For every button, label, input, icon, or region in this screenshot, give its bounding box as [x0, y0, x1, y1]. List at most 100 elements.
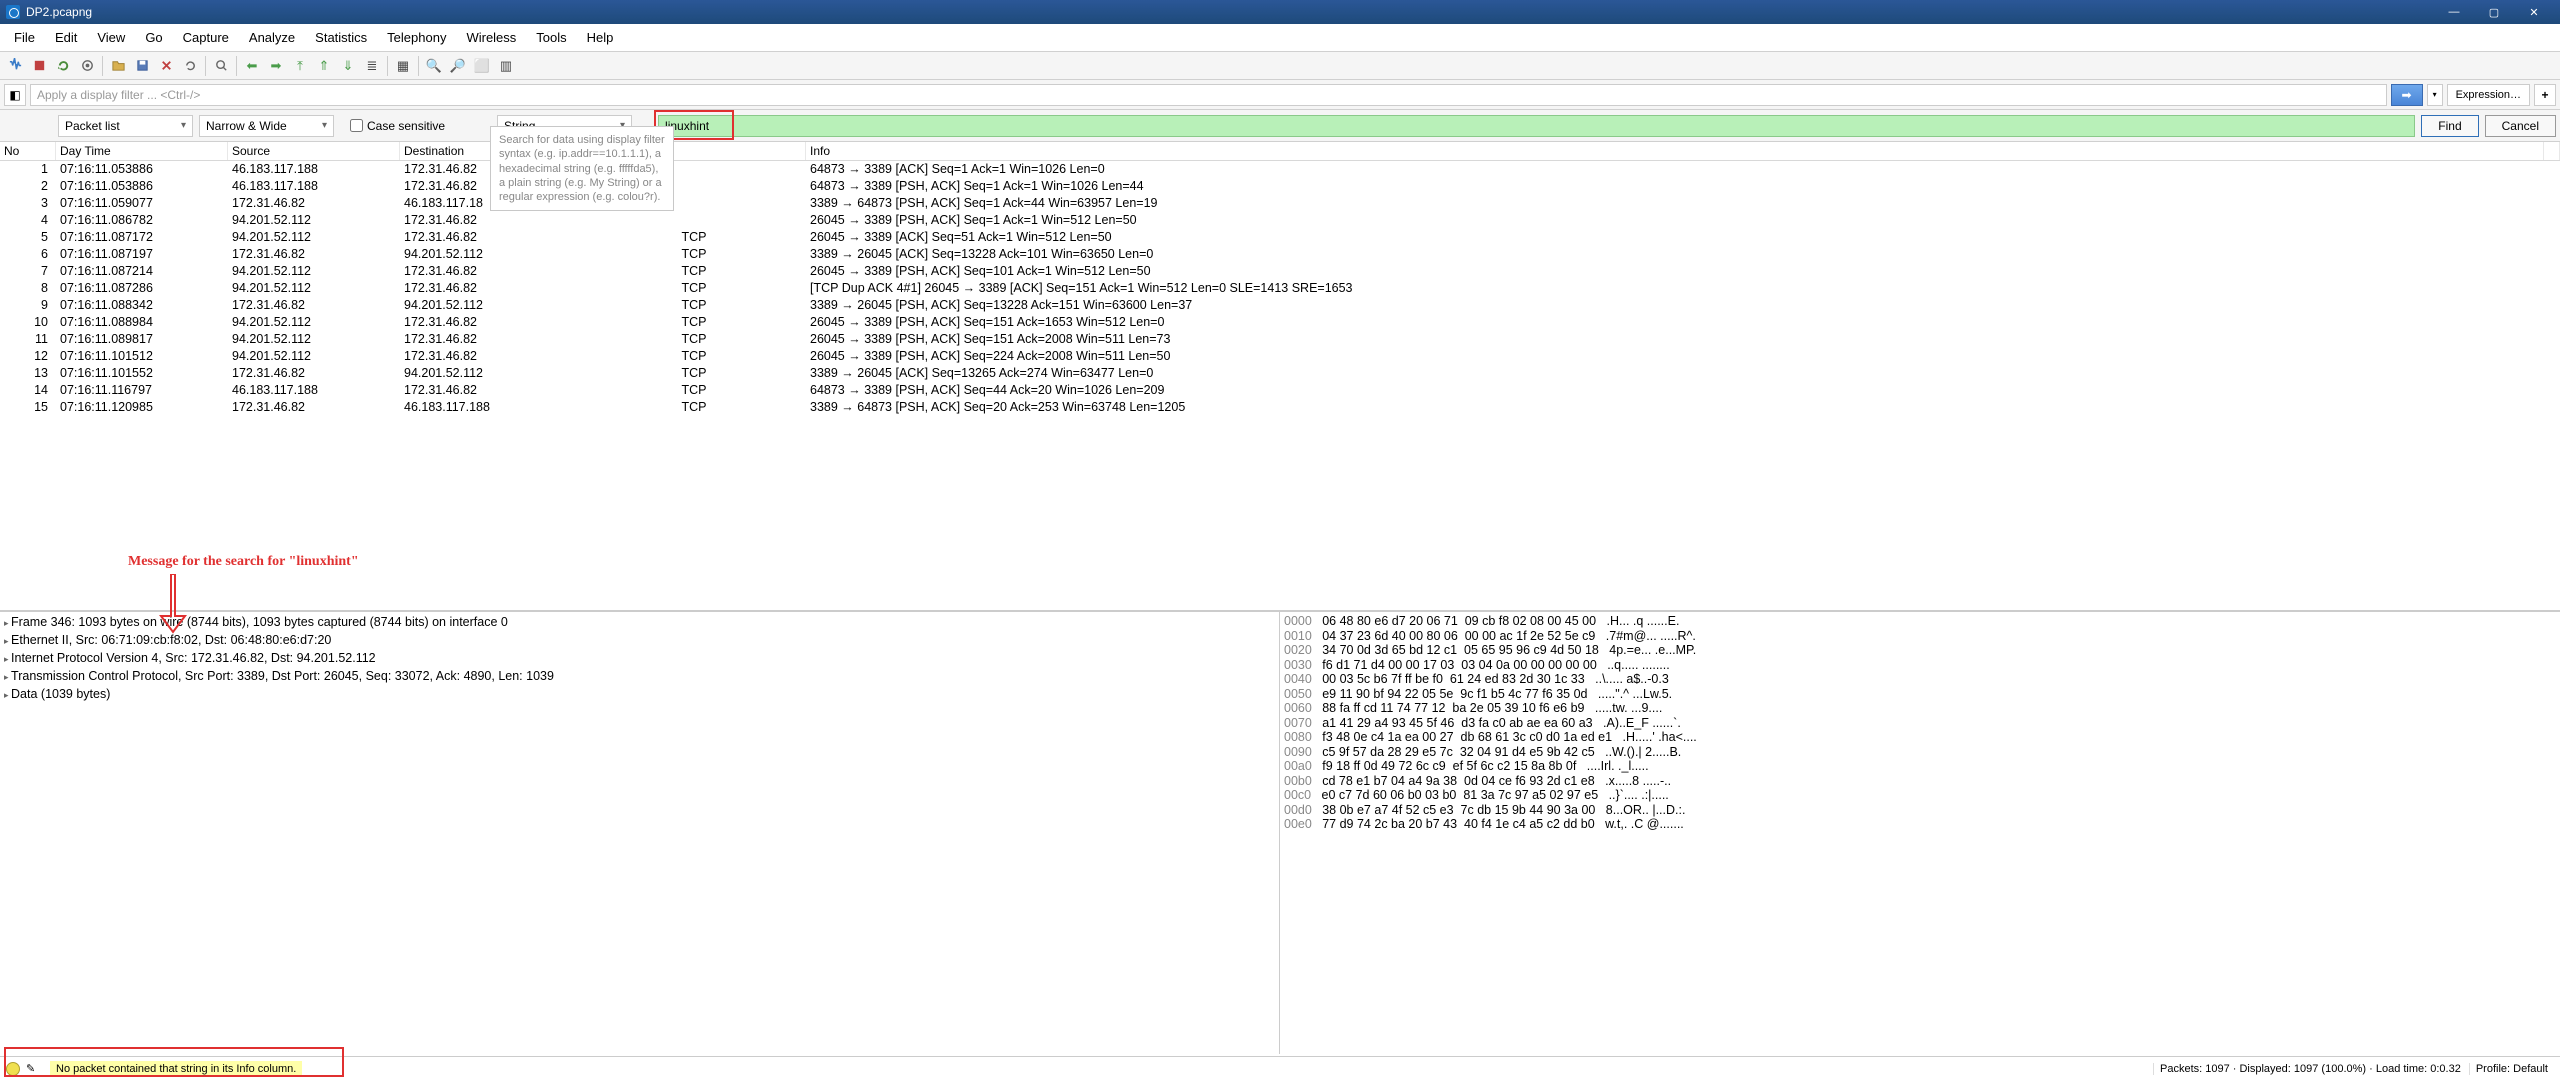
- status-profile[interactable]: Profile: Default: [2469, 1063, 2554, 1075]
- hex-row[interactable]: 00d0 38 0b e7 a7 4f 52 c5 e3 7c db 15 9b…: [1284, 803, 2556, 818]
- auto-scroll-icon[interactable]: ≣: [361, 55, 383, 77]
- packet-row[interactable]: 1407:16:11.11679746.183.117.188172.31.46…: [0, 382, 2560, 399]
- menu-go[interactable]: Go: [135, 27, 172, 48]
- hex-row[interactable]: 0030 f6 d1 71 d4 00 00 17 03 03 04 0a 00…: [1284, 658, 2556, 673]
- col-source[interactable]: Source: [228, 142, 400, 160]
- menu-wireless[interactable]: Wireless: [456, 27, 526, 48]
- packet-list[interactable]: No Day Time Source Destination Info 107:…: [0, 142, 2560, 611]
- filter-history-dropdown[interactable]: ▾: [2427, 84, 2443, 106]
- packet-row[interactable]: 1507:16:11.120985172.31.46.8246.183.117.…: [0, 399, 2560, 416]
- find-button[interactable]: Find: [2421, 115, 2478, 137]
- expert-info-icon[interactable]: [6, 1062, 20, 1076]
- zoom-out-icon[interactable]: 🔎: [447, 55, 469, 77]
- go-forward-icon[interactable]: ➡: [265, 55, 287, 77]
- hex-row[interactable]: 0040 00 03 5c b6 7f ff be f0 61 24 ed 83…: [1284, 672, 2556, 687]
- menu-edit[interactable]: Edit: [45, 27, 87, 48]
- hex-row[interactable]: 0010 04 37 23 6d 40 00 80 06 00 00 ac 1f…: [1284, 629, 2556, 644]
- packet-bytes-pane[interactable]: 0000 06 48 80 e6 d7 20 06 71 09 cb f8 02…: [1280, 612, 2560, 1054]
- packet-row[interactable]: 1307:16:11.101552172.31.46.8294.201.52.1…: [0, 365, 2560, 382]
- hex-row[interactable]: 0070 a1 41 29 a4 93 45 5f 46 d3 fa c0 ab…: [1284, 716, 2556, 731]
- save-file-icon[interactable]: [131, 55, 153, 77]
- detail-item[interactable]: Ethernet II, Src: 06:71:09:cb:f8:02, Dst…: [4, 632, 1275, 650]
- packet-row[interactable]: 607:16:11.087197172.31.46.8294.201.52.11…: [0, 246, 2560, 263]
- add-filter-button[interactable]: +: [2534, 84, 2556, 106]
- annotation-text: Message for the search for "linuxhint": [128, 554, 359, 570]
- maximize-button[interactable]: ▢: [2474, 0, 2514, 24]
- menu-bar: File Edit View Go Capture Analyze Statis…: [0, 24, 2560, 52]
- packet-row[interactable]: 907:16:11.088342172.31.46.8294.201.52.11…: [0, 297, 2560, 314]
- detail-item[interactable]: Data (1039 bytes): [4, 686, 1275, 704]
- hex-row[interactable]: 00e0 77 d9 74 2c ba 20 b7 43 40 f4 1e c4…: [1284, 817, 2556, 832]
- packet-row[interactable]: 1007:16:11.08898494.201.52.112172.31.46.…: [0, 314, 2560, 331]
- capture-options-icon[interactable]: [76, 55, 98, 77]
- close-button[interactable]: ✕: [2514, 0, 2554, 24]
- hex-row[interactable]: 00a0 f9 18 ff 0d 49 72 6c c9 ef 5f 6c c2…: [1284, 759, 2556, 774]
- hex-row[interactable]: 00c0 e0 c7 7d 60 06 b0 03 b0 81 3a 7c 97…: [1284, 788, 2556, 803]
- menu-view[interactable]: View: [87, 27, 135, 48]
- detail-item[interactable]: Internet Protocol Version 4, Src: 172.31…: [4, 650, 1275, 668]
- go-back-icon[interactable]: ⬅: [241, 55, 263, 77]
- packet-row[interactable]: 407:16:11.08678294.201.52.112172.31.46.8…: [0, 212, 2560, 229]
- app-icon: [6, 5, 20, 19]
- packet-row[interactable]: 207:16:11.05388646.183.117.188172.31.46.…: [0, 178, 2560, 195]
- packet-list-header: No Day Time Source Destination Info: [0, 142, 2560, 161]
- search-tooltip: Search for data using display filter syn…: [490, 126, 674, 211]
- packet-row[interactable]: 707:16:11.08721494.201.52.112172.31.46.8…: [0, 263, 2560, 280]
- detail-item[interactable]: Frame 346: 1093 bytes on wire (8744 bits…: [4, 614, 1275, 632]
- title-bar: DP2.pcapng — ▢ ✕: [0, 0, 2560, 24]
- go-to-packet-icon[interactable]: ⤒: [289, 55, 311, 77]
- menu-statistics[interactable]: Statistics: [305, 27, 377, 48]
- packet-row[interactable]: 507:16:11.08717294.201.52.112172.31.46.8…: [0, 229, 2560, 246]
- display-filter-input[interactable]: [30, 84, 2387, 106]
- packet-row[interactable]: 107:16:11.05388646.183.117.188172.31.46.…: [0, 161, 2560, 178]
- col-no[interactable]: No: [0, 142, 56, 160]
- cancel-button[interactable]: Cancel: [2485, 115, 2556, 137]
- restart-capture-icon[interactable]: [52, 55, 74, 77]
- open-file-icon[interactable]: [107, 55, 129, 77]
- col-info[interactable]: Info: [806, 142, 2544, 160]
- menu-help[interactable]: Help: [577, 27, 624, 48]
- expression-button[interactable]: Expression…: [2447, 84, 2530, 106]
- close-file-icon[interactable]: [155, 55, 177, 77]
- window-title: DP2.pcapng: [26, 5, 92, 19]
- hex-row[interactable]: 0080 f3 48 0e c4 1a ea 00 27 db 68 61 3c…: [1284, 730, 2556, 745]
- packet-details-pane[interactable]: Frame 346: 1093 bytes on wire (8744 bits…: [0, 612, 1280, 1054]
- hex-row[interactable]: 0050 e9 11 90 bf 94 22 05 5e 9c f1 b5 4c…: [1284, 687, 2556, 702]
- resize-columns-icon[interactable]: ▥: [495, 55, 517, 77]
- case-sensitive-checkbox[interactable]: Case sensitive: [350, 119, 445, 133]
- hex-row[interactable]: 0020 34 70 0d 3d 65 bd 12 c1 05 65 95 96…: [1284, 643, 2556, 658]
- hex-row[interactable]: 0000 06 48 80 e6 d7 20 06 71 09 cb f8 02…: [1284, 614, 2556, 629]
- col-time[interactable]: Day Time: [56, 142, 228, 160]
- zoom-reset-icon[interactable]: ⬜: [471, 55, 493, 77]
- packet-row[interactable]: 307:16:11.059077172.31.46.8246.183.117.1…: [0, 195, 2560, 212]
- hex-row[interactable]: 0090 c5 9f 57 da 28 29 e5 7c 32 04 91 d4…: [1284, 745, 2556, 760]
- find-packet-icon[interactable]: [210, 55, 232, 77]
- filter-apply-button[interactable]: ➡: [2391, 84, 2423, 106]
- hex-row[interactable]: 00b0 cd 78 e1 b7 04 a4 9a 38 0d 04 ce f6…: [1284, 774, 2556, 789]
- menu-telephony[interactable]: Telephony: [377, 27, 456, 48]
- detail-item[interactable]: Transmission Control Protocol, Src Port:…: [4, 668, 1275, 686]
- minimize-button[interactable]: —: [2434, 0, 2474, 24]
- packet-row[interactable]: 807:16:11.08728694.201.52.112172.31.46.8…: [0, 280, 2560, 297]
- packet-row[interactable]: 1107:16:11.08981794.201.52.112172.31.46.…: [0, 331, 2560, 348]
- filter-toolbar: ◧ ➡ ▾ Expression… +: [0, 80, 2560, 110]
- zoom-in-icon[interactable]: 🔍: [423, 55, 445, 77]
- search-charset-dropdown[interactable]: Narrow & Wide: [199, 115, 334, 137]
- go-first-icon[interactable]: ⇑: [313, 55, 335, 77]
- hex-row[interactable]: 0060 88 fa ff cd 11 74 77 12 ba 2e 05 39…: [1284, 701, 2556, 716]
- find-input[interactable]: [658, 115, 2415, 137]
- menu-tools[interactable]: Tools: [526, 27, 576, 48]
- colorize-icon[interactable]: ▦: [392, 55, 414, 77]
- reload-icon[interactable]: [179, 55, 201, 77]
- search-in-dropdown[interactable]: Packet list: [58, 115, 193, 137]
- packet-row[interactable]: 1207:16:11.10151294.201.52.112172.31.46.…: [0, 348, 2560, 365]
- start-capture-icon[interactable]: [4, 55, 26, 77]
- menu-analyze[interactable]: Analyze: [239, 27, 305, 48]
- edit-icon[interactable]: ✎: [26, 1062, 40, 1076]
- menu-capture[interactable]: Capture: [173, 27, 239, 48]
- menu-file[interactable]: File: [4, 27, 45, 48]
- case-sensitive-label: Case sensitive: [367, 119, 445, 133]
- go-last-icon[interactable]: ⇓: [337, 55, 359, 77]
- stop-capture-icon[interactable]: [28, 55, 50, 77]
- filter-bookmark-icon[interactable]: ◧: [4, 84, 26, 106]
